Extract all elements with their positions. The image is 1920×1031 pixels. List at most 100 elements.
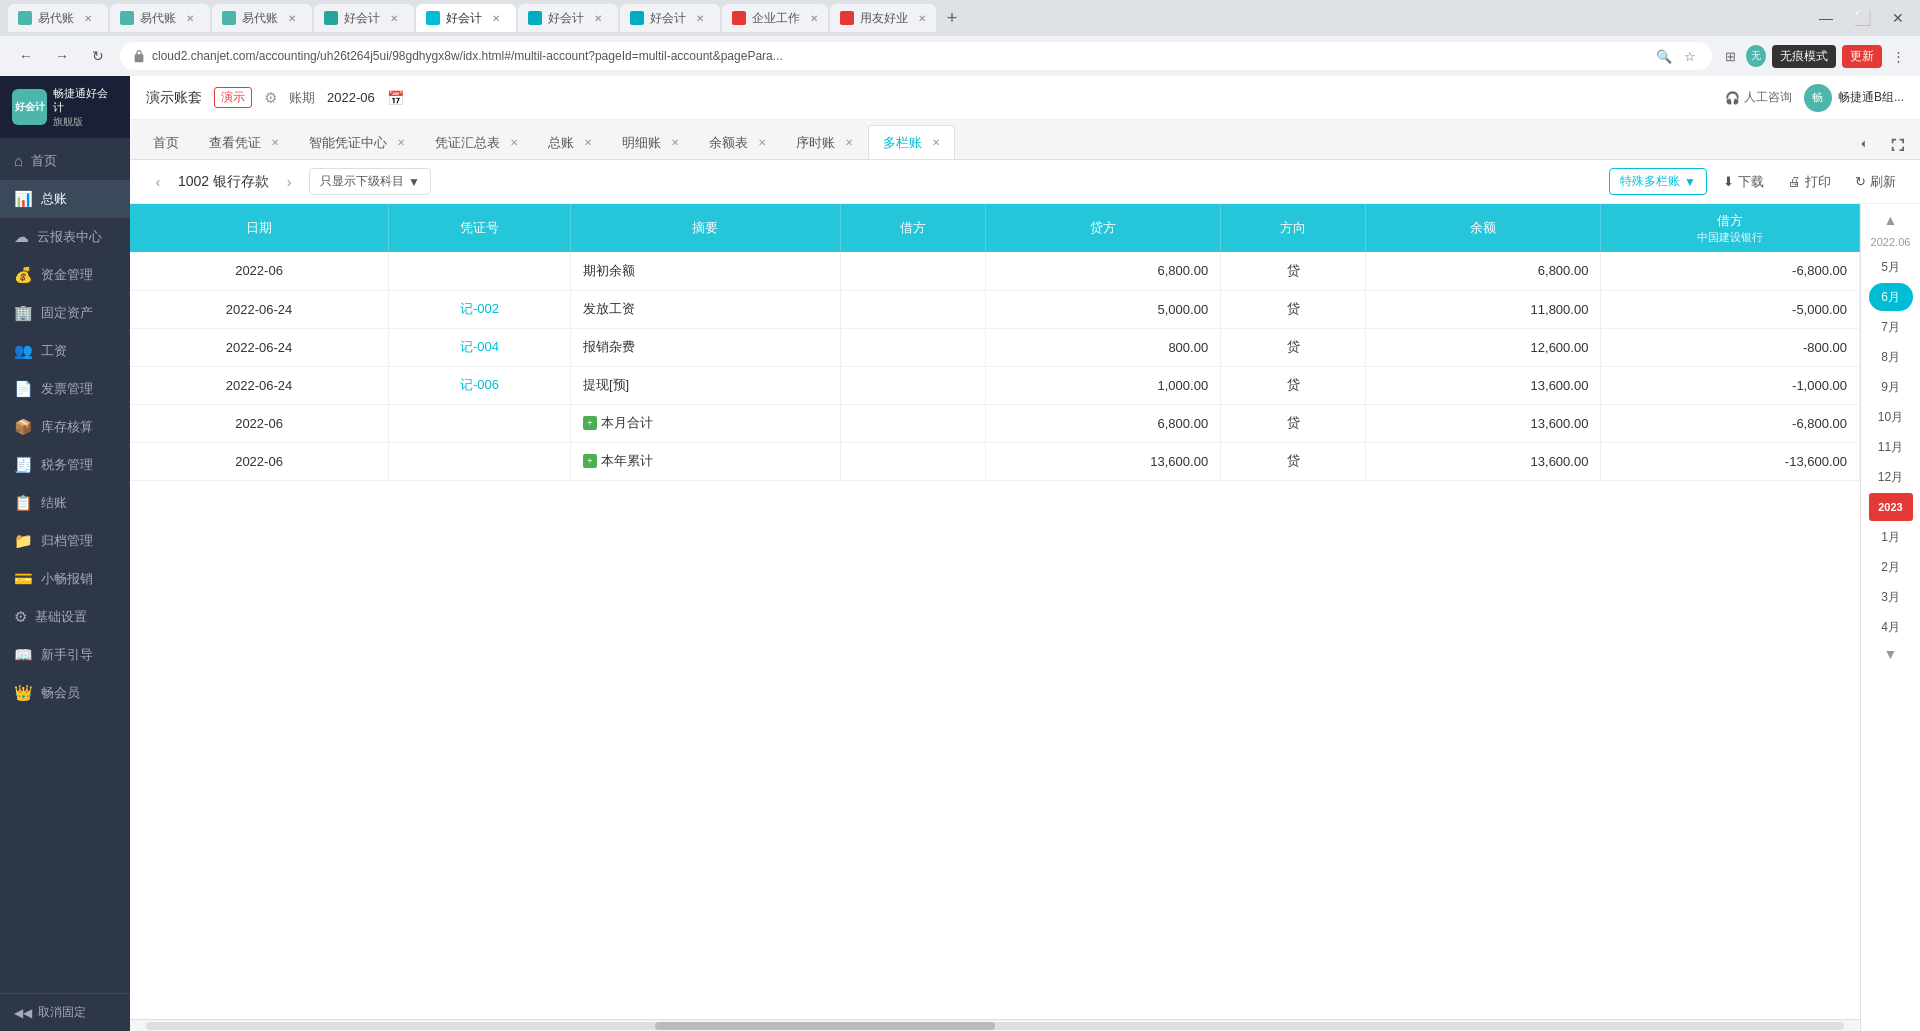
voucher-link[interactable]: 记-004 xyxy=(460,339,499,354)
tab-close-2[interactable]: ✕ xyxy=(186,13,194,24)
date-panel-month-10[interactable]: 10月 xyxy=(1869,403,1913,431)
browser-tab-4[interactable]: 好会计 ✕ xyxy=(314,4,414,32)
voucher-link[interactable]: 记-006 xyxy=(460,377,499,392)
tab-multi-column[interactable]: 多栏账 ✕ xyxy=(868,125,955,159)
browser-tab-1[interactable]: 易代账 ✕ xyxy=(8,4,108,32)
new-tab-button[interactable]: + xyxy=(938,4,966,32)
tab-close-balance-table[interactable]: ✕ xyxy=(758,137,766,148)
tab-expand-button[interactable] xyxy=(1882,129,1912,159)
unpin-button[interactable]: ◀◀ 取消固定 xyxy=(14,1004,116,1021)
tab-collapse-button[interactable] xyxy=(1848,129,1878,159)
minimize-button[interactable]: — xyxy=(1812,4,1840,32)
consult-button[interactable]: 🎧 人工咨询 xyxy=(1725,89,1792,106)
update-button[interactable]: 更新 xyxy=(1842,45,1882,68)
sidebar-item-archive[interactable]: 📁 归档管理 xyxy=(0,522,130,560)
sidebar-item-cloud-reports[interactable]: ☁ 云报表中心 xyxy=(0,218,130,256)
browser-tab-5[interactable]: 好会计 ✕ xyxy=(416,4,516,32)
date-panel-month-2023-2[interactable]: 2月 xyxy=(1869,553,1913,581)
reload-button[interactable]: ↻ xyxy=(84,42,112,70)
search-address-icon[interactable]: 🔍 xyxy=(1654,46,1674,66)
date-panel-month-11[interactable]: 11月 xyxy=(1869,433,1913,461)
sidebar-item-inventory[interactable]: 📦 库存核算 xyxy=(0,408,130,446)
tab-close-3[interactable]: ✕ xyxy=(288,13,296,24)
sidebar-item-funds[interactable]: 💰 资金管理 xyxy=(0,256,130,294)
tab-close-sequence-ledger[interactable]: ✕ xyxy=(845,137,853,148)
prev-subject-button[interactable]: ‹ xyxy=(146,170,170,194)
archive-icon: 📁 xyxy=(14,532,33,550)
extension-icon[interactable]: ☆ xyxy=(1680,46,1700,66)
sidebar-item-tax[interactable]: 🧾 税务管理 xyxy=(0,446,130,484)
show-sub-subjects-button[interactable]: 只显示下级科目 ▼ xyxy=(309,168,431,195)
browser-tab-6[interactable]: 好会计 ✕ xyxy=(518,4,618,32)
sidebar-item-fixed-assets[interactable]: 🏢 固定资产 xyxy=(0,294,130,332)
sidebar-item-home[interactable]: ⌂ 首页 xyxy=(0,142,130,180)
sidebar-item-guide[interactable]: 📖 新手引导 xyxy=(0,636,130,674)
tab-sequence-ledger[interactable]: 序时账 ✕ xyxy=(781,125,868,159)
download-button[interactable]: ⬇ 下载 xyxy=(1715,169,1772,195)
browser-tab-2[interactable]: 易代账 ✕ xyxy=(110,4,210,32)
cell-direction: 贷 xyxy=(1221,328,1366,366)
table-container[interactable]: 日期 凭证号 摘要 借方 贷方 方向 余额 借方 中国建设银行 xyxy=(130,204,1860,1019)
tab-smart-voucher[interactable]: 智能凭证中心 ✕ xyxy=(294,125,420,159)
special-multi-account-button[interactable]: 特殊多栏账 ▼ xyxy=(1609,168,1707,195)
date-panel-month-2023-3[interactable]: 3月 xyxy=(1869,583,1913,611)
extensions-icon[interactable]: ⊞ xyxy=(1720,46,1740,66)
sidebar-item-expense[interactable]: 💳 小畅报销 xyxy=(0,560,130,598)
tab-close-smart-voucher[interactable]: ✕ xyxy=(397,137,405,148)
menu-icon[interactable]: ⋮ xyxy=(1888,46,1908,66)
tab-close-8[interactable]: ✕ xyxy=(810,13,818,24)
cell-extra: -800.00 xyxy=(1601,328,1860,366)
date-panel-month-2023-4[interactable]: 4月 xyxy=(1869,613,1913,641)
date-panel-month-6[interactable]: 6月 xyxy=(1869,283,1913,311)
print-button[interactable]: 🖨 打印 xyxy=(1780,169,1839,195)
tab-close-detail-ledger[interactable]: ✕ xyxy=(671,137,679,148)
date-panel-month-2023-1[interactable]: 1月 xyxy=(1869,523,1913,551)
date-panel-down-arrow[interactable]: ▼ xyxy=(1884,642,1898,666)
tab-close-multi-column[interactable]: ✕ xyxy=(932,137,940,148)
tab-close-7[interactable]: ✕ xyxy=(696,13,704,24)
date-panel-month-8[interactable]: 8月 xyxy=(1869,343,1913,371)
date-panel-month-5[interactable]: 5月 xyxy=(1869,253,1913,281)
sidebar-item-membership[interactable]: 👑 畅会员 xyxy=(0,674,130,712)
bottom-scrollbar[interactable] xyxy=(130,1019,1860,1031)
tab-close-5[interactable]: ✕ xyxy=(492,13,500,24)
next-subject-button[interactable]: › xyxy=(277,170,301,194)
date-panel-month-9[interactable]: 9月 xyxy=(1869,373,1913,401)
tab-view-voucher[interactable]: 查看凭证 ✕ xyxy=(194,125,294,159)
date-panel-month-12[interactable]: 12月 xyxy=(1869,463,1913,491)
refresh-button[interactable]: ↻ 刷新 xyxy=(1847,169,1904,195)
date-panel-month-7[interactable]: 7月 xyxy=(1869,313,1913,341)
tab-close-1[interactable]: ✕ xyxy=(84,13,92,24)
tab-close-4[interactable]: ✕ xyxy=(390,13,398,24)
sidebar-item-closing[interactable]: 📋 结账 xyxy=(0,484,130,522)
tab-voucher-summary[interactable]: 凭证汇总表 ✕ xyxy=(420,125,533,159)
tab-general-ledger[interactable]: 总账 ✕ xyxy=(533,125,607,159)
tab-close-view-voucher[interactable]: ✕ xyxy=(271,137,279,148)
back-button[interactable]: ← xyxy=(12,42,40,70)
tab-close-6[interactable]: ✕ xyxy=(594,13,602,24)
close-window-button[interactable]: ✕ xyxy=(1884,4,1912,32)
tab-close-9[interactable]: ✕ xyxy=(918,13,926,24)
tab-close-general-ledger[interactable]: ✕ xyxy=(584,137,592,148)
settings-gear-icon[interactable]: ⚙ xyxy=(264,89,277,107)
sidebar-item-ledger[interactable]: 📊 总账 xyxy=(0,180,130,218)
sidebar-item-settings[interactable]: ⚙ 基础设置 xyxy=(0,598,130,636)
calendar-icon[interactable]: 📅 xyxy=(387,90,404,106)
forward-button[interactable]: → xyxy=(48,42,76,70)
date-panel-up-arrow[interactable]: ▲ xyxy=(1884,208,1898,232)
tab-close-voucher-summary[interactable]: ✕ xyxy=(510,137,518,148)
browser-tab-8[interactable]: 企业工作 ✕ xyxy=(722,4,828,32)
tab-home[interactable]: 首页 xyxy=(138,125,194,159)
voucher-link[interactable]: 记-002 xyxy=(460,301,499,316)
browser-tab-7[interactable]: 好会计 ✕ xyxy=(620,4,720,32)
browser-tab-9[interactable]: 用友好业 ✕ xyxy=(830,4,936,32)
maximize-button[interactable]: ⬜ xyxy=(1848,4,1876,32)
address-bar[interactable]: cloud2.chanjet.com/accounting/uh26t264j5… xyxy=(120,42,1712,70)
sidebar-item-invoice[interactable]: 📄 发票管理 xyxy=(0,370,130,408)
profile-icon[interactable]: 无 xyxy=(1746,46,1766,66)
stealth-mode-button[interactable]: 无痕模式 xyxy=(1772,45,1836,68)
tab-detail-ledger[interactable]: 明细账 ✕ xyxy=(607,125,694,159)
sidebar-item-payroll[interactable]: 👥 工资 xyxy=(0,332,130,370)
browser-tab-3[interactable]: 易代账 ✕ xyxy=(212,4,312,32)
tab-balance-table[interactable]: 余额表 ✕ xyxy=(694,125,781,159)
